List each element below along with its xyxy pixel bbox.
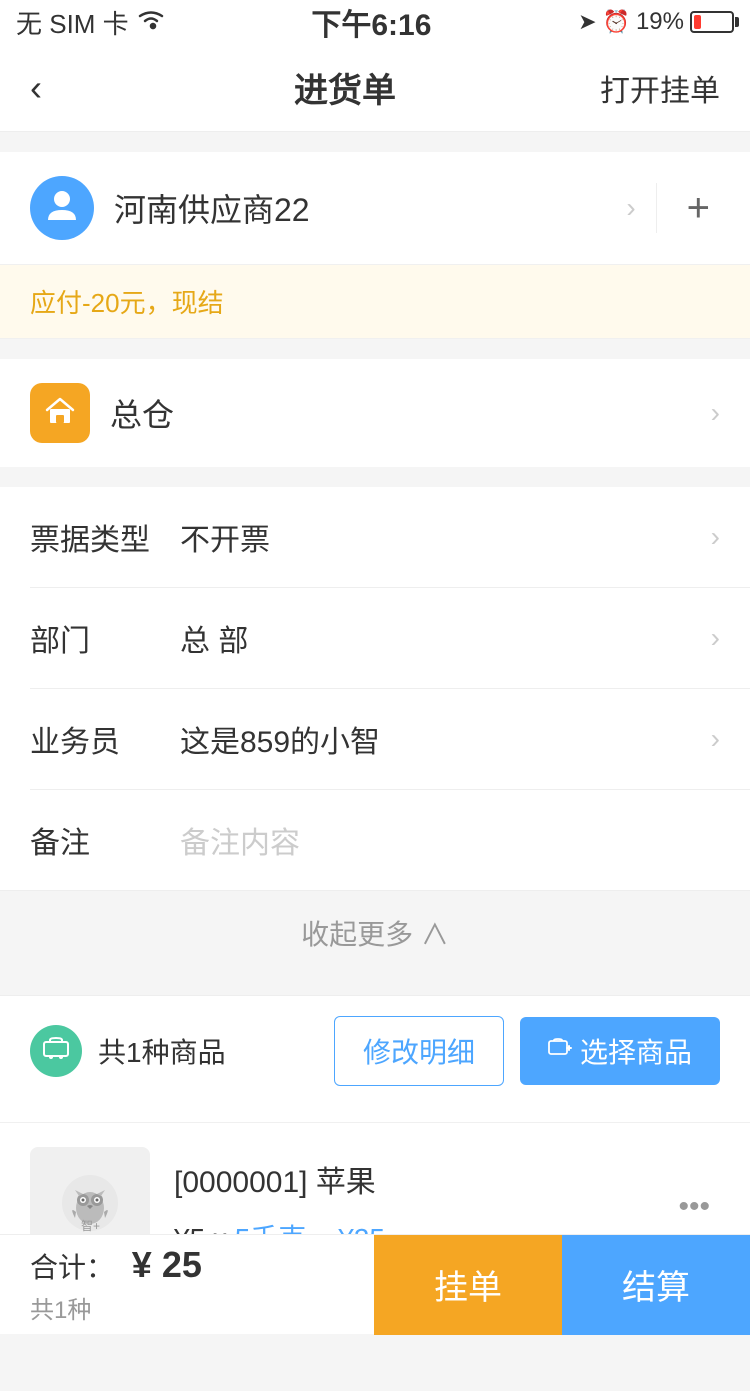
remark-row[interactable]: 备注 备注内容 <box>0 790 750 890</box>
status-right: ➤ ⏰ 19% <box>578 8 734 36</box>
product-count-icon <box>30 1025 82 1077</box>
open-pending-button[interactable]: 打开挂单 <box>600 66 720 110</box>
add-supplier-button[interactable]: + <box>677 186 720 231</box>
collapse-section[interactable]: 收起更多 ∧ <box>0 890 750 975</box>
page-title: 进货单 <box>294 63 396 112</box>
remark-input[interactable]: 备注内容 <box>150 818 720 862</box>
invoice-type-row[interactable]: 票据类型 不开票 › <box>0 487 750 587</box>
warehouse-row[interactable]: 总仓 › <box>0 359 750 467</box>
battery-fill <box>694 15 701 29</box>
bottom-bar: 合计： ¥ 25 共1种 挂单 结算 <box>0 1234 750 1334</box>
total-count: 共1种 <box>30 1290 344 1325</box>
remark-label: 备注 <box>30 818 150 862</box>
location-icon: ➤ <box>578 9 596 35</box>
separator-3 <box>0 975 750 995</box>
status-bar: 无 SIM 卡 下午6:16 ➤ ⏰ 19% <box>0 0 750 44</box>
warehouse-name: 总仓 <box>110 390 711 436</box>
nav-bar: ‹ 进货单 打开挂单 <box>0 44 750 132</box>
alarm-icon: ⏰ <box>603 9 630 35</box>
status-time: 下午6:16 <box>311 0 431 44</box>
form-section: 票据类型 不开票 › 部门 总 部 › 业务员 这是859的小智 › 备注 备注… <box>0 487 750 975</box>
salesperson-label: 业务员 <box>30 717 150 761</box>
warehouse-section: 总仓 › <box>0 359 750 467</box>
total-amount: ¥ 25 <box>132 1244 202 1285</box>
notice-bar: 应付-20元，现结 <box>0 265 750 339</box>
separator-2 <box>0 467 750 487</box>
edit-detail-button[interactable]: 修改明细 <box>334 1016 504 1086</box>
select-product-button[interactable]: 选择商品 <box>520 1017 720 1085</box>
chevron-right-icon-invoice: › <box>711 521 720 553</box>
product-title: 苹果 <box>316 1166 376 1199</box>
salesperson-value: 这是859的小智 <box>150 717 711 761</box>
invoice-type-value: 不开票 <box>150 515 711 559</box>
invoice-type-label: 票据类型 <box>30 515 150 559</box>
chevron-right-icon: › <box>626 192 635 224</box>
back-button[interactable]: ‹ <box>30 67 90 109</box>
department-row[interactable]: 部门 总 部 › <box>0 588 750 688</box>
salesperson-row[interactable]: 业务员 这是859的小智 › <box>0 689 750 789</box>
product-count-text: 共1种商品 <box>98 1031 334 1071</box>
select-product-icon <box>548 1037 572 1065</box>
total-label: 合计： <box>30 1252 114 1283</box>
wifi-icon <box>137 7 165 38</box>
product-more-button[interactable]: ••• <box>668 1180 720 1234</box>
product-header: 共1种商品 修改明细 选择商品 <box>0 995 750 1106</box>
total-row: 合计： ¥ 25 <box>30 1244 344 1286</box>
separator-1 <box>0 339 750 359</box>
department-value: 总 部 <box>150 616 711 660</box>
chevron-right-icon-sales: › <box>711 723 720 755</box>
cart-icon <box>42 1036 70 1066</box>
warehouse-house-icon <box>45 396 75 431</box>
notice-text: 应付-20元，现结 <box>30 288 224 318</box>
battery-percent: 19% <box>636 8 684 36</box>
top-separator <box>0 132 750 152</box>
suspend-button[interactable]: 挂单 <box>374 1235 562 1335</box>
avatar-icon <box>44 186 80 230</box>
supplier-section: 河南供应商22 › + 应付-20元，现结 <box>0 152 750 339</box>
department-label: 部门 <box>30 616 150 660</box>
chevron-right-icon-dept: › <box>711 622 720 654</box>
select-product-label: 选择商品 <box>580 1031 692 1071</box>
product-code: [0000001] <box>174 1166 307 1199</box>
battery-icon <box>690 11 734 33</box>
vertical-divider <box>656 183 657 233</box>
status-left: 无 SIM 卡 <box>16 4 165 41</box>
checkout-button[interactable]: 结算 <box>562 1235 750 1335</box>
total-section: 合计： ¥ 25 共1种 <box>0 1244 374 1325</box>
supplier-name: 河南供应商22 <box>114 185 626 231</box>
warehouse-icon <box>30 383 90 443</box>
carrier-text: 无 SIM 卡 <box>16 4 129 41</box>
svg-text:智+: 智+ <box>81 1218 100 1233</box>
chevron-right-icon-warehouse: › <box>711 397 720 429</box>
avatar <box>30 176 94 240</box>
collapse-text: 收起更多 ∧ <box>301 913 449 953</box>
supplier-row[interactable]: 河南供应商22 › + <box>0 152 750 265</box>
product-name: [0000001] 苹果 <box>174 1157 668 1201</box>
